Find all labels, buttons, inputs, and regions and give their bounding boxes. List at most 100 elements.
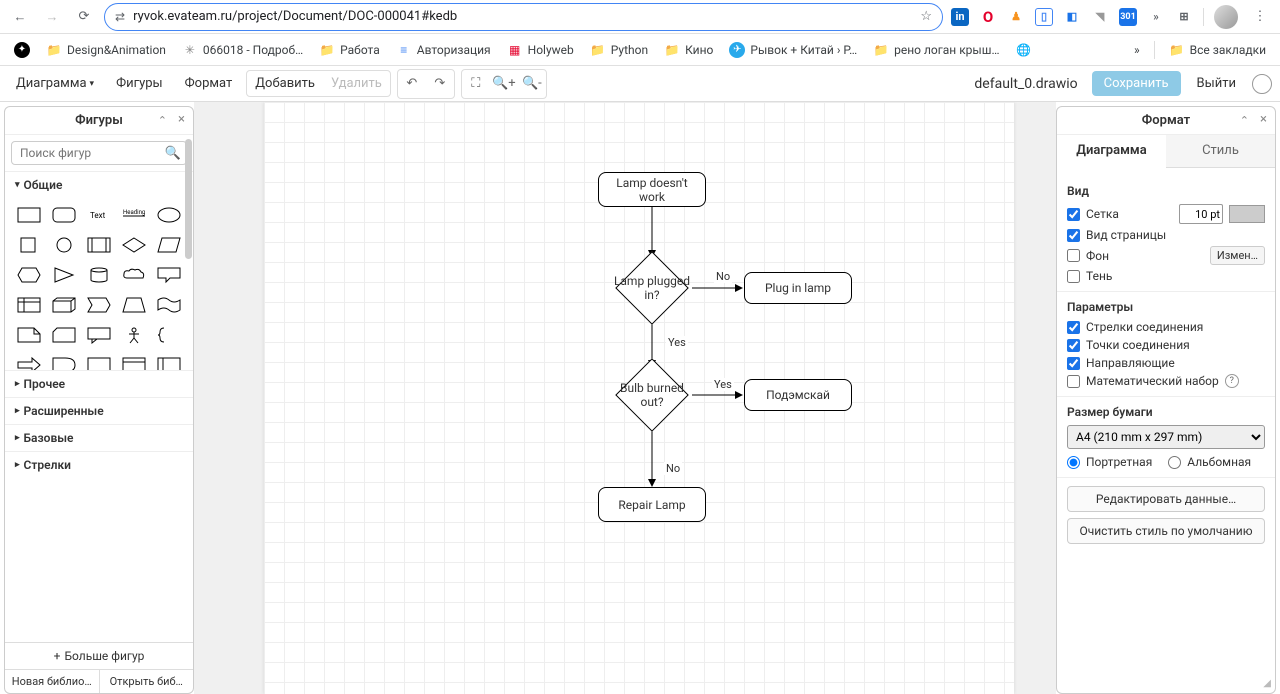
extensions-icon[interactable]: ⊞ (1175, 8, 1193, 26)
shape-note[interactable] (13, 322, 44, 348)
shape-rect[interactable] (13, 202, 44, 228)
category-arrows[interactable]: ▸Стрелки (5, 451, 193, 478)
shape-text[interactable]: Text (83, 202, 114, 228)
shape-hexagon[interactable] (13, 262, 44, 288)
zoom-in-button[interactable]: 🔍+ (490, 70, 518, 98)
bookmark-overflow[interactable]: » (1128, 40, 1146, 60)
canvas[interactable]: Lamp doesn't work Lamp plugged in? Plug … (194, 102, 1056, 694)
shape-and[interactable] (48, 352, 79, 370)
shape-brace[interactable] (154, 322, 185, 348)
shape-cube[interactable] (48, 292, 79, 318)
bookmark-design[interactable]: 📁Design&Animation (40, 39, 172, 61)
category-general[interactable]: ▾Общие (5, 171, 193, 198)
node-plugin[interactable]: Plug in lamp (744, 272, 852, 304)
filename-label[interactable]: default_0.drawio (974, 76, 1085, 92)
shadow-checkbox[interactable] (1067, 270, 1080, 283)
node-plugged[interactable]: Lamp plugged in? (612, 257, 692, 319)
exit-button[interactable]: Выйти (1187, 71, 1246, 96)
menu-diagram[interactable]: Диаграмма▾ (8, 71, 102, 96)
shape-process[interactable] (83, 232, 114, 258)
opera-icon[interactable]: O (979, 8, 997, 26)
node-replace[interactable]: Подэмскай (744, 379, 852, 411)
category-basic[interactable]: ▸Базовые (5, 424, 193, 451)
edit-data-button[interactable]: Редактировать данные… (1067, 486, 1265, 512)
shape-heading[interactable]: Heading (119, 202, 150, 228)
node-start[interactable]: Lamp doesn't work (598, 172, 706, 207)
edge-no2[interactable]: No (664, 462, 682, 475)
rss-icon[interactable]: ◥ (1091, 8, 1109, 26)
undo-button[interactable]: ↶ (398, 70, 426, 98)
change-button[interactable]: Измен… (1210, 246, 1265, 265)
language-button[interactable] (1252, 74, 1272, 94)
bookmark-reno[interactable]: 📁рено логан крыш… (867, 39, 1005, 61)
category-ext[interactable]: ▸Расширенные (5, 397, 193, 424)
shape-arrow-right[interactable] (13, 352, 44, 370)
search-icon[interactable]: 🔍 (165, 146, 181, 161)
shape-actor[interactable] (119, 322, 150, 348)
address-bar[interactable]: ⇄ ryvok.evateam.ru/project/Document/DOC-… (104, 3, 943, 31)
pageview-checkbox[interactable] (1067, 229, 1080, 242)
site-settings-icon[interactable]: ⇄ (115, 10, 125, 24)
back-button[interactable]: ← (8, 5, 32, 29)
connpoints-checkbox[interactable] (1067, 339, 1080, 352)
close-icon[interactable]: × (178, 112, 185, 127)
shape-comment[interactable] (83, 322, 114, 348)
bookmark-python[interactable]: 📁Python (584, 39, 654, 61)
grid-size-input[interactable] (1179, 204, 1223, 224)
shape-trapezoid[interactable] (119, 292, 150, 318)
badge-icon[interactable]: 301 (1119, 8, 1137, 26)
bookmark-auth[interactable]: ≡Авторизация (390, 39, 497, 61)
portrait-radio[interactable] (1067, 456, 1080, 469)
shape-square[interactable] (13, 232, 44, 258)
shape-step[interactable] (83, 292, 114, 318)
shape-containerv[interactable] (154, 352, 185, 370)
reload-button[interactable]: ⟳ (72, 5, 96, 29)
shape-parallelogram[interactable] (154, 232, 185, 258)
node-repair[interactable]: Repair Lamp (598, 487, 706, 522)
scrollbar[interactable] (185, 139, 192, 259)
delete-button[interactable]: Удалить (323, 71, 390, 96)
doc-icon[interactable]: ▯ (1035, 8, 1053, 26)
edge-yes2[interactable]: Yes (712, 378, 734, 391)
translate-icon[interactable]: ◧ (1063, 8, 1081, 26)
shape-diamond[interactable] (119, 232, 150, 258)
shape-containerh[interactable] (119, 352, 150, 370)
collapse-icon[interactable]: ⌃ (1240, 114, 1249, 127)
edge-yes1[interactable]: Yes (666, 336, 688, 349)
bookmark-066018[interactable]: ✳066018 - Подроб… (176, 39, 309, 61)
redo-button[interactable]: ↷ (426, 70, 454, 98)
more-ext-icon[interactable]: » (1147, 8, 1165, 26)
star-icon[interactable]: ☆ (920, 9, 932, 24)
shape-container[interactable] (83, 352, 114, 370)
connarrows-checkbox[interactable] (1067, 321, 1080, 334)
math-checkbox[interactable] (1067, 375, 1080, 388)
new-library-button[interactable]: Новая библио… (5, 670, 100, 693)
avatar[interactable] (1214, 5, 1238, 29)
edge-no1[interactable]: No (714, 270, 732, 283)
shape-tape[interactable] (154, 292, 185, 318)
tab-diagram[interactable]: Диаграмма (1057, 135, 1166, 168)
zoom-out-button[interactable]: 🔍- (518, 70, 546, 98)
collapse-icon[interactable]: ⌃ (158, 114, 167, 127)
landscape-radio[interactable] (1168, 456, 1181, 469)
clear-style-button[interactable]: Очистить стиль по умолчанию (1067, 518, 1265, 544)
shape-ellipse[interactable] (154, 202, 185, 228)
apps-icon[interactable]: ✦ (8, 39, 36, 61)
background-checkbox[interactable] (1067, 249, 1080, 262)
grid-color[interactable] (1229, 205, 1265, 223)
shape-card[interactable] (48, 322, 79, 348)
menu-format[interactable]: Формат (177, 71, 241, 96)
shape-rounded[interactable] (48, 202, 79, 228)
add-button[interactable]: Добавить (247, 71, 323, 96)
shape-internal[interactable] (13, 292, 44, 318)
fit-button[interactable]: ⛶ (462, 70, 490, 98)
shape-triangle[interactable] (48, 262, 79, 288)
bookmark-cinema[interactable]: 📁Кино (658, 39, 719, 61)
shape-cylinder[interactable] (83, 262, 114, 288)
linkedin-icon[interactable]: in (951, 8, 969, 26)
bookmark-holyweb[interactable]: ▦Holyweb (501, 39, 580, 61)
tab-style[interactable]: Стиль (1166, 135, 1275, 167)
shape-callout[interactable] (154, 262, 185, 288)
shapes-search-input[interactable] (11, 141, 187, 165)
bookmark-globe[interactable]: 🌐 (1009, 39, 1037, 61)
